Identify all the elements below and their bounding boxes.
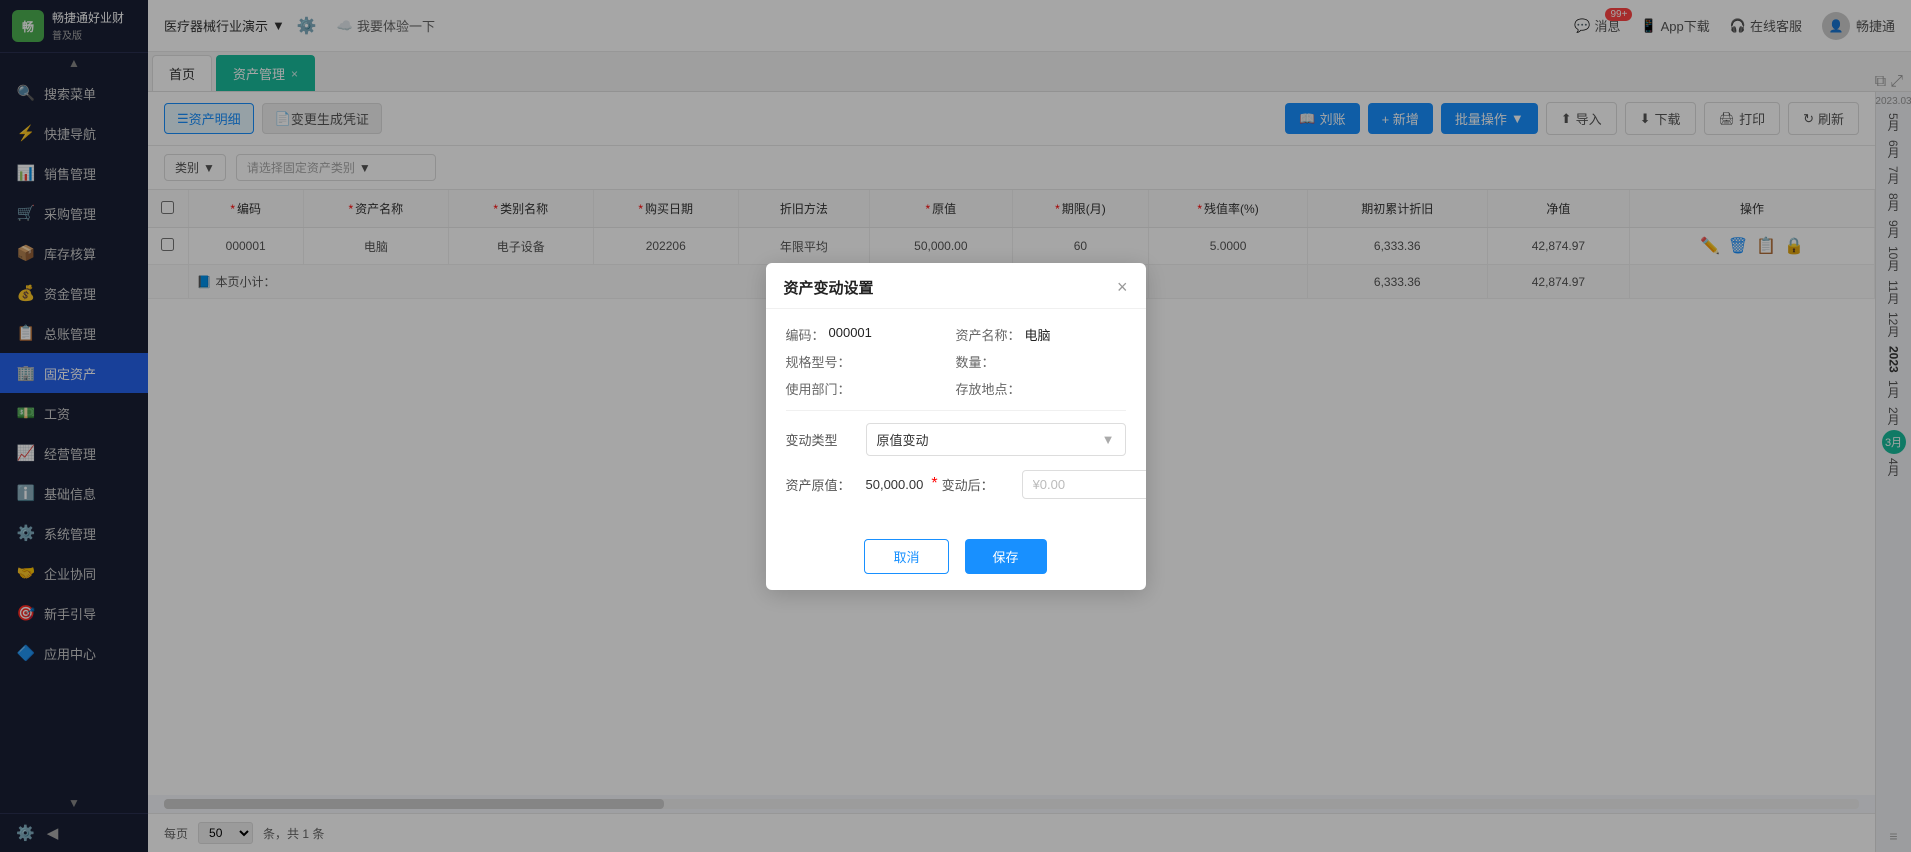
modal-change-type-label: 变动类型 <box>786 430 866 449</box>
modal-name-label: 资产名称： <box>956 325 1021 344</box>
modal-footer: 取消 保存 <box>766 529 1146 590</box>
modal-required-icon: * <box>931 475 937 493</box>
modal-spec-label: 规格型号： <box>786 352 851 371</box>
modal-code-value: 000001 <box>829 325 872 344</box>
modal-change-type-select[interactable]: 原值变动 ▼ <box>866 423 1126 456</box>
modal-name-value: 电脑 <box>1025 325 1051 344</box>
modal-info-grid: 编码： 000001 资产名称： 电脑 规格型号： 数量： 使用部门： <box>786 325 1126 411</box>
modal-location-item: 存放地点： <box>956 379 1126 398</box>
cancel-button[interactable]: 取消 <box>864 539 948 574</box>
modal-after-label: 变动后： <box>942 475 1022 494</box>
modal-header: 资产变动设置 × <box>766 263 1146 309</box>
modal-qty-label: 数量： <box>956 352 995 371</box>
change-type-arrow-icon: ▼ <box>1102 432 1115 447</box>
modal-close-icon[interactable]: × <box>1117 278 1128 296</box>
asset-change-modal: 资产变动设置 × 编码： 000001 资产名称： 电脑 规格型号： 数 <box>766 263 1146 590</box>
modal-body: 编码： 000001 资产名称： 电脑 规格型号： 数量： 使用部门： <box>766 309 1146 529</box>
modal-original-value: 50,000.00 <box>866 477 924 492</box>
modal-spec-item: 规格型号： <box>786 352 956 371</box>
save-button[interactable]: 保存 <box>965 539 1047 574</box>
modal-name-item: 资产名称： 电脑 <box>956 325 1126 344</box>
modal-code-label: 编码： <box>786 325 825 344</box>
modal-value-row: 资产原值： 50,000.00 * 变动后： <box>786 470 1126 499</box>
modal-code-item: 编码： 000001 <box>786 325 956 344</box>
modal-after-input[interactable] <box>1022 470 1146 499</box>
modal-change-type-row: 变动类型 原值变动 ▼ <box>786 423 1126 456</box>
change-type-value: 原值变动 <box>877 430 929 449</box>
modal-dept-label: 使用部门： <box>786 379 851 398</box>
modal-qty-item: 数量： <box>956 352 1126 371</box>
modal-location-label: 存放地点： <box>956 379 1021 398</box>
modal-dept-item: 使用部门： <box>786 379 956 398</box>
modal-title: 资产变动设置 <box>784 277 874 298</box>
modal-original-value-label: 资产原值： <box>786 475 866 494</box>
modal-overlay[interactable]: 资产变动设置 × 编码： 000001 资产名称： 电脑 规格型号： 数 <box>0 0 1911 852</box>
